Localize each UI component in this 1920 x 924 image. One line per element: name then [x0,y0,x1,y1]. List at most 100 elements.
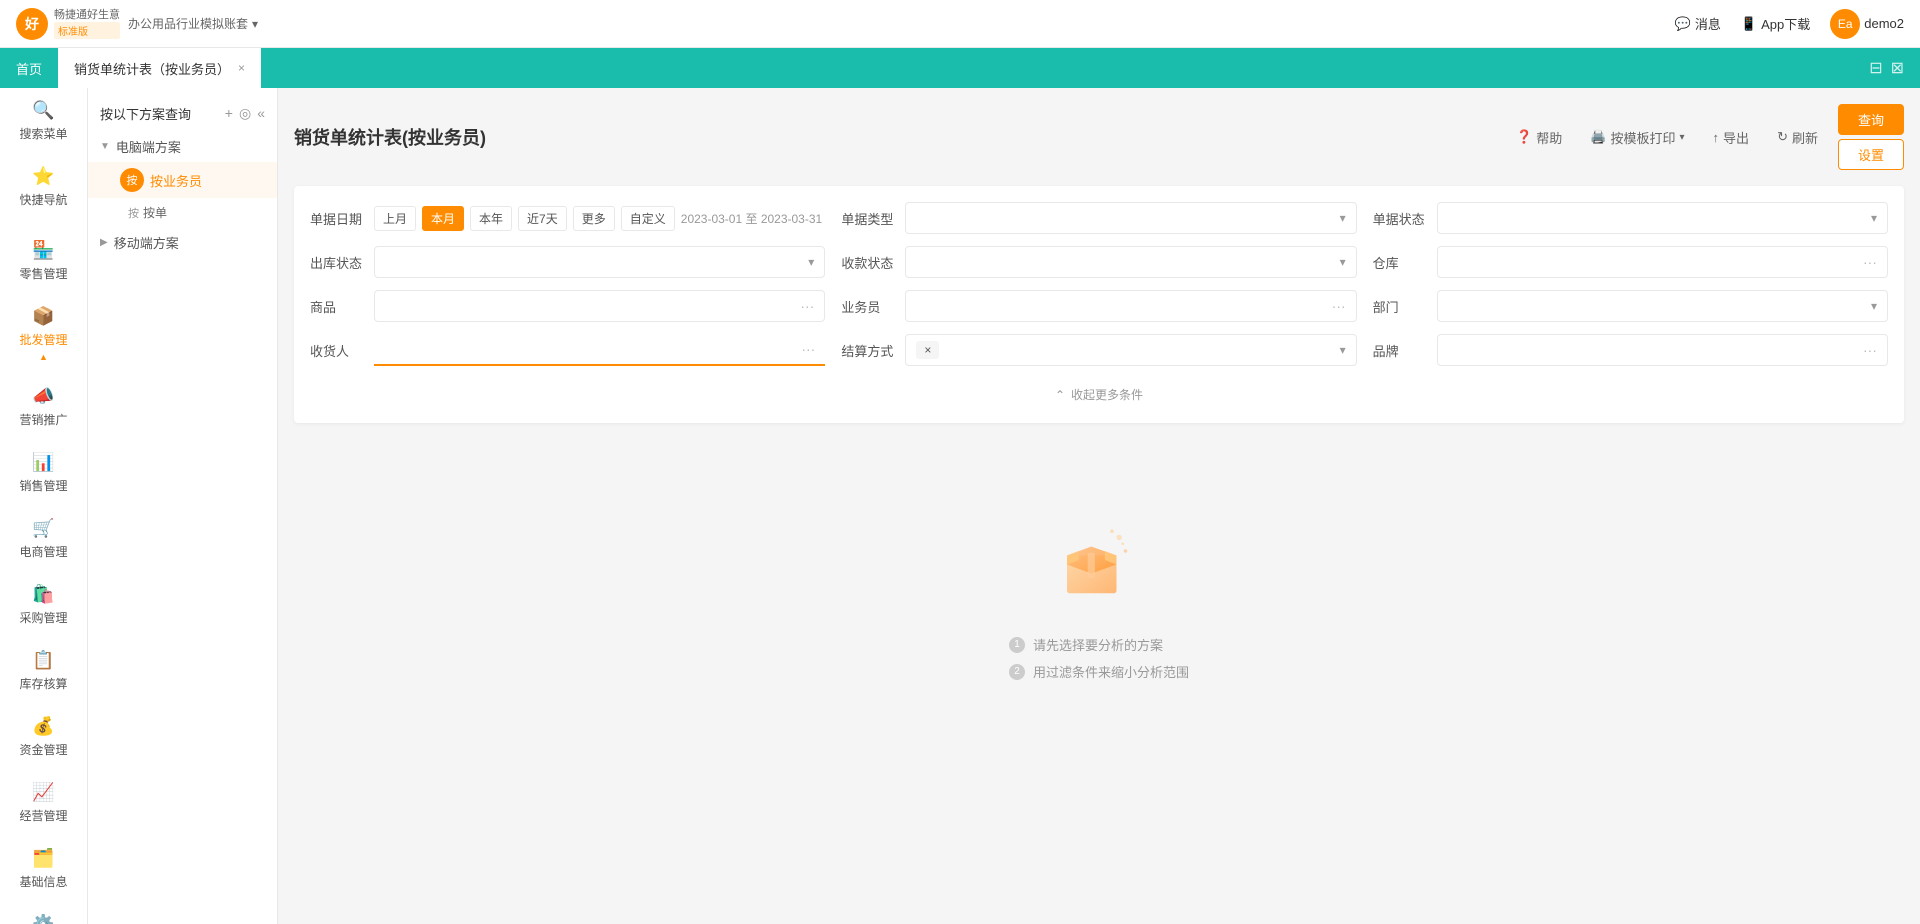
payment-tag-remove[interactable]: × [924,343,931,357]
operation-icon: 📈 [32,782,54,803]
tree-child-order[interactable]: 按 按单 [88,198,277,227]
breadcrumb-arrow[interactable]: ▾ [252,17,258,31]
message-action[interactable]: 💬 消息 [1675,14,1721,33]
sidebar-label-search: 搜索菜单 [19,125,67,142]
user-action[interactable]: Ea demo2 [1830,9,1904,39]
tab-maximize-icon[interactable]: ⊠ [1891,58,1904,78]
tab-bar-actions: ⊟ ⊠ [1869,58,1920,78]
tree-mobile-header[interactable]: ▶ 移动端方案 [88,227,277,258]
dept-control[interactable]: ▾ [1437,290,1888,322]
sidebar: 🔍 搜索菜单 ⭐ 快捷导航 🏪 零售管理 📦 批发管理 ▲ 📣 营销推广 📊 销… [0,88,88,924]
filter-card: 单据日期 上月 本月 本年 近7天 更多 自定义 2023-03-01 至 20… [294,186,1904,423]
ecommerce-icon: 🛒 [32,518,54,539]
date-btn-custom[interactable]: 自定义 [621,206,675,231]
date-btn-this-year[interactable]: 本年 [470,206,512,231]
top-bar-right: 💬 消息 📱 App下载 Ea demo2 [1675,9,1904,39]
sidebar-item-finance[interactable]: 💰 资金管理 [0,704,87,770]
inventory-icon: 📋 [32,650,54,671]
refresh-button[interactable]: ↻ 刷新 [1769,124,1826,151]
help-button[interactable]: ❓ 帮助 [1508,124,1570,151]
tree-mobile-group: ▶ 移动端方案 [88,227,277,258]
goods-control[interactable]: ··· [374,290,825,322]
warehouse-control[interactable]: ··· [1437,246,1888,278]
logo-text-area: 畅捷通好生意 标准版 [54,8,120,39]
filter-item-doc-type: 单据类型 ▾ [841,202,1356,234]
sidebar-item-purchase[interactable]: 🛍️ 采购管理 [0,572,87,638]
breadcrumb-text: 办公用品行业模拟账套 [128,15,248,32]
sidebar-item-marketing[interactable]: 📣 营销推广 [0,374,87,440]
tab-minimize-icon[interactable]: ⊟ [1869,58,1882,78]
help-label: 帮助 [1536,128,1562,147]
download-label: App下载 [1761,14,1810,33]
tab-home-label: 首页 [16,59,42,78]
out-status-control[interactable]: ▾ [374,246,825,278]
message-icon: 💬 [1675,16,1691,32]
tab-close-icon[interactable]: × [238,61,245,75]
sidebar-item-ecommerce[interactable]: 🛒 电商管理 [0,506,87,572]
print-label: 按模板打印 [1611,128,1676,147]
doc-type-control[interactable]: ▾ [905,202,1356,234]
salesperson-control[interactable]: ··· [905,290,1356,322]
dept-label: 部门 [1373,297,1429,316]
print-button[interactable]: 🖨️ 按模板打印 ▾ [1582,124,1692,151]
brand-label: 品牌 [1373,341,1429,360]
tab-report[interactable]: 销货单统计表（按业务员） × [58,48,261,88]
date-btn-last-7-days[interactable]: 近7天 [518,206,567,231]
sidebar-item-retail[interactable]: 🏪 零售管理 [0,228,87,294]
print-icon: 🖨️ [1590,129,1606,145]
brand-dots-icon: ··· [1863,342,1877,358]
tree-child-salesperson-label: 按业务员 [150,171,202,190]
sidebar-label-wholesale: 批发管理 [19,331,67,348]
date-btn-this-month[interactable]: 本月 [422,206,464,231]
tree-child-salesperson[interactable]: 按 按业务员 [88,162,277,198]
payment-control[interactable]: × ▾ [905,334,1356,366]
receipt-status-control[interactable]: ▾ [905,246,1356,278]
date-label: 单据日期 [310,209,366,228]
logo-icon: 好 [16,8,48,40]
panel-title: 按以下方案查询 [100,104,191,123]
empty-step-2: 2 用过滤条件来缩小分析范围 [1009,662,1189,681]
logo-badge: 标准版 [54,22,120,39]
warehouse-dots-icon: ··· [1863,254,1877,270]
doc-status-control[interactable]: ▾ [1437,202,1888,234]
date-btn-last-month[interactable]: 上月 [374,206,416,231]
filter-item-dept: 部门 ▾ [1373,290,1888,322]
filter-item-out-status: 出库状态 ▾ [310,246,825,278]
filter-item-salesperson: 业务员 ··· [841,290,1356,322]
sidebar-label-finance: 资金管理 [19,741,67,758]
salesperson-dots-icon: ··· [1332,298,1346,314]
sidebar-item-inventory[interactable]: 📋 库存核算 [0,638,87,704]
filter-item-payment: 结算方式 × ▾ [841,334,1356,366]
doc-status-label: 单据状态 [1373,209,1429,228]
search-icon: 🔍 [32,100,54,121]
dept-arrow-icon: ▾ [1871,299,1877,313]
date-btn-more[interactable]: 更多 [573,206,615,231]
collapse-filters-button[interactable]: ⌃ 收起更多条件 [310,378,1888,407]
empty-state: 1 请先选择要分析的方案 2 用过滤条件来缩小分析范围 [294,435,1904,761]
edit-scheme-icon[interactable]: ◎ [239,105,251,122]
sidebar-item-system[interactable]: ⚙️ 系统管理 [0,902,87,924]
wholesale-icon: 📦 [32,306,54,327]
export-button[interactable]: ↑ 导出 [1705,124,1758,151]
brand-control[interactable]: ··· [1437,334,1888,366]
retail-icon: 🏪 [32,240,54,261]
consignee-control[interactable]: ··· [374,334,825,366]
consignee-dots-icon: ··· [801,341,815,357]
download-action[interactable]: 📱 App下载 [1741,14,1810,33]
sidebar-item-operation[interactable]: 📈 经营管理 [0,770,87,836]
tab-report-label: 销货单统计表（按业务员） [74,59,230,78]
breadcrumb: 办公用品行业模拟账套 ▾ [128,15,258,32]
sidebar-item-quick[interactable]: ⭐ 快捷导航 [0,154,87,220]
tab-home[interactable]: 首页 [0,48,58,88]
query-button[interactable]: 查询 [1838,104,1904,135]
tree-desktop-header[interactable]: ▼ 电脑端方案 [88,131,277,162]
help-icon: ❓ [1516,129,1532,145]
add-scheme-icon[interactable]: + [225,105,233,122]
settings-button[interactable]: 设置 [1838,139,1904,170]
sidebar-item-sales[interactable]: 📊 销售管理 [0,440,87,506]
filter-item-doc-status: 单据状态 ▾ [1373,202,1888,234]
sidebar-item-basic[interactable]: 🗂️ 基础信息 [0,836,87,902]
collapse-panel-icon[interactable]: « [257,105,265,122]
sidebar-item-search[interactable]: 🔍 搜索菜单 [0,88,87,154]
sidebar-item-wholesale[interactable]: 📦 批发管理 ▲ [0,294,87,374]
